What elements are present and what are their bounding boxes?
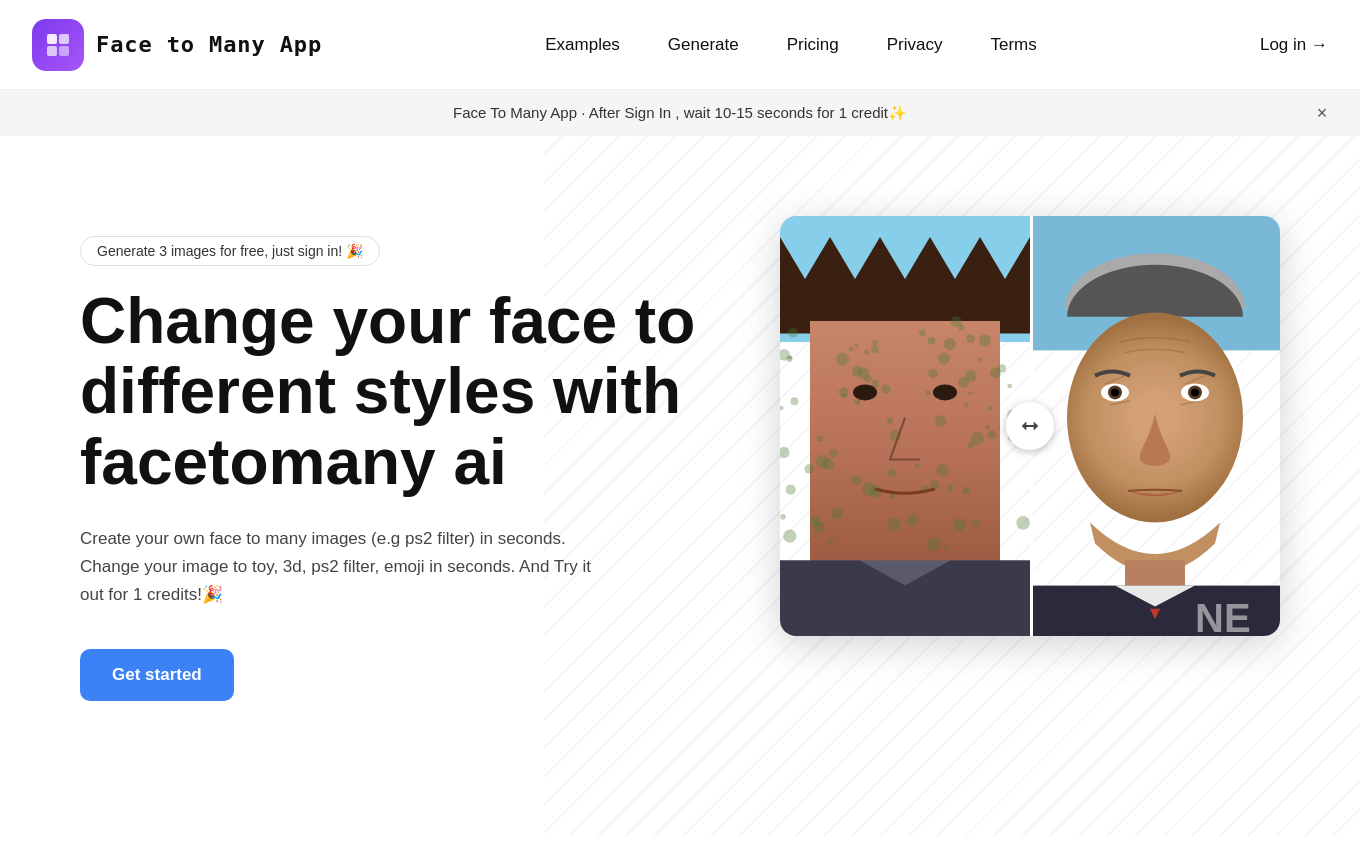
logo-text: Face to Many App bbox=[96, 32, 322, 57]
get-started-button[interactable]: Get started bbox=[80, 649, 234, 701]
hero-title: Change your face to different styles wit… bbox=[80, 286, 720, 497]
before-canvas bbox=[780, 216, 1030, 636]
image-comparison-widget[interactable] bbox=[780, 216, 1280, 636]
nav-generate[interactable]: Generate bbox=[668, 35, 739, 55]
nav-terms[interactable]: Terms bbox=[990, 35, 1036, 55]
login-button[interactable]: Log in → bbox=[1260, 35, 1328, 55]
svg-rect-0 bbox=[47, 34, 57, 44]
navbar: Face to Many App Examples Generate Prici… bbox=[0, 0, 1360, 90]
compare-arrows-icon bbox=[1019, 415, 1041, 437]
hero-content: Generate 3 images for free, just sign in… bbox=[80, 216, 740, 701]
before-image bbox=[780, 216, 1030, 636]
logo-link[interactable]: Face to Many App bbox=[32, 19, 322, 71]
svg-rect-1 bbox=[59, 34, 69, 44]
after-image bbox=[1030, 216, 1280, 636]
nav-links: Examples Generate Pricing Privacy Terms bbox=[545, 35, 1037, 55]
nav-pricing[interactable]: Pricing bbox=[787, 35, 839, 55]
hero-badge: Generate 3 images for free, just sign in… bbox=[80, 236, 380, 266]
compare-handle[interactable] bbox=[1006, 402, 1054, 450]
announcement-banner: Face To Many App · After Sign In , wait … bbox=[0, 90, 1360, 136]
banner-text: Face To Many App · After Sign In , wait … bbox=[453, 104, 907, 122]
svg-rect-3 bbox=[59, 46, 69, 56]
nav-examples[interactable]: Examples bbox=[545, 35, 620, 55]
hero-description: Create your own face to many images (e.g… bbox=[80, 525, 600, 609]
after-canvas bbox=[1030, 216, 1280, 636]
svg-rect-2 bbox=[47, 46, 57, 56]
hero-image-area bbox=[740, 216, 1280, 636]
banner-close-button[interactable]: × bbox=[1308, 99, 1336, 127]
nav-privacy[interactable]: Privacy bbox=[887, 35, 943, 55]
logo-icon bbox=[32, 19, 84, 71]
hero-section: Generate 3 images for free, just sign in… bbox=[0, 136, 1360, 836]
